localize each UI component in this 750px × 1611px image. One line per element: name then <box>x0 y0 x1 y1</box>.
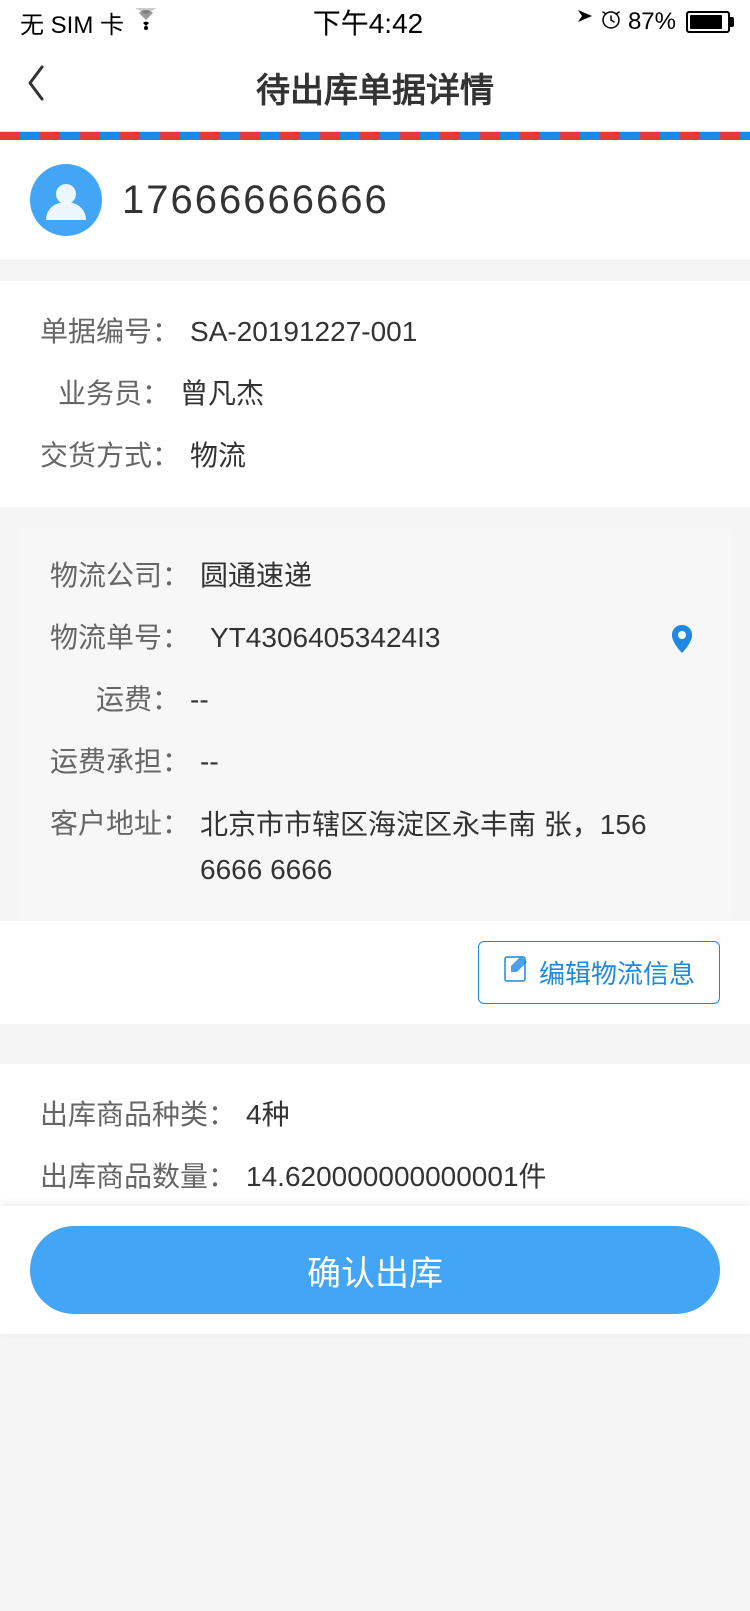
product-types-row: 出库商品种类： 4种 <box>40 1094 710 1136</box>
tracking-value: YT43064053424I3 <box>210 617 654 659</box>
delivery-label: 交货方式： <box>40 435 190 477</box>
user-phone: 17666666666 <box>122 178 389 223</box>
freight-bear-label: 运费承担： <box>50 741 200 783</box>
confirm-button-label: 确认出库 <box>307 1246 443 1295</box>
tracking-label: 物流单号： <box>50 617 200 659</box>
carrier-text: 无 SIM 卡 <box>20 5 124 40</box>
confirm-button-wrap: 确认出库 <box>0 1206 750 1334</box>
company-label: 物流公司： <box>50 555 200 597</box>
back-button[interactable] <box>24 63 48 112</box>
product-types-value: 4种 <box>246 1094 710 1136</box>
address-value: 北京市市辖区海淀区永丰南 张，156 6666 6666 <box>200 803 700 893</box>
wifi-icon <box>132 8 160 37</box>
status-bar: 无 SIM 卡 下午4:42 87% <box>0 0 750 44</box>
user-avatar <box>30 164 102 236</box>
confirm-outbound-button[interactable]: 确认出库 <box>30 1226 720 1314</box>
user-header: 17666666666 <box>0 140 750 261</box>
status-right: 87% <box>576 8 730 37</box>
edit-logistics-area: 编辑物流信息 <box>0 921 750 1024</box>
company-value: 圆通速递 <box>200 555 700 597</box>
section-divider-1 <box>0 1024 750 1044</box>
product-types-label: 出库商品种类： <box>40 1094 246 1136</box>
logistics-section: 物流公司： 圆通速递 物流单号： YT43064053424I3 运费： -- … <box>20 527 730 921</box>
freight-bear-row: 运费承担： -- <box>50 741 700 783</box>
tracking-row: 物流单号： YT43064053424I3 <box>50 617 700 659</box>
edit-icon <box>503 955 531 990</box>
status-left: 无 SIM 卡 <box>20 5 160 40</box>
page-title: 待出库单据详情 <box>256 63 494 112</box>
freight-label: 运费： <box>50 679 190 721</box>
document-label: 单据编号： <box>40 311 190 353</box>
empty-spacer <box>0 1331 750 1611</box>
delivery-value: 物流 <box>190 435 710 477</box>
edit-logistics-label: 编辑物流信息 <box>539 954 695 991</box>
product-section: 出库商品种类： 4种 出库商品数量： 14.620000000000001件 <box>0 1064 750 1228</box>
basic-info-section: 单据编号： SA-20191227-001 业务员： 曾凡杰 交货方式： 物流 <box>0 281 750 507</box>
alarm-icon <box>600 8 622 37</box>
salesperson-label: 业务员： <box>40 373 180 415</box>
map-pin-icon[interactable] <box>664 620 700 656</box>
freight-value: -- <box>190 679 700 721</box>
salesperson-row: 业务员： 曾凡杰 <box>40 373 710 415</box>
dashed-border <box>0 132 750 140</box>
product-quantity-value: 14.620000000000001件 <box>246 1156 710 1198</box>
status-time: 下午4:42 <box>313 2 424 42</box>
address-row: 客户地址： 北京市市辖区海淀区永丰南 张，156 6666 6666 <box>50 803 700 893</box>
location-icon <box>576 8 594 37</box>
battery-percent: 87% <box>628 8 676 36</box>
company-row: 物流公司： 圆通速递 <box>50 555 700 597</box>
product-quantity-row: 出库商品数量： 14.620000000000001件 <box>40 1156 710 1198</box>
document-value: SA-20191227-001 <box>190 311 710 353</box>
document-row: 单据编号： SA-20191227-001 <box>40 311 710 353</box>
nav-bar: 待出库单据详情 <box>0 44 750 132</box>
delivery-row: 交货方式： 物流 <box>40 435 710 477</box>
freight-bear-value: -- <box>200 741 700 783</box>
product-quantity-label: 出库商品数量： <box>40 1156 246 1198</box>
edit-logistics-button[interactable]: 编辑物流信息 <box>478 941 720 1004</box>
salesperson-value: 曾凡杰 <box>180 373 710 415</box>
address-label: 客户地址： <box>50 803 200 845</box>
freight-row: 运费： -- <box>50 679 700 721</box>
battery-icon <box>686 11 730 33</box>
